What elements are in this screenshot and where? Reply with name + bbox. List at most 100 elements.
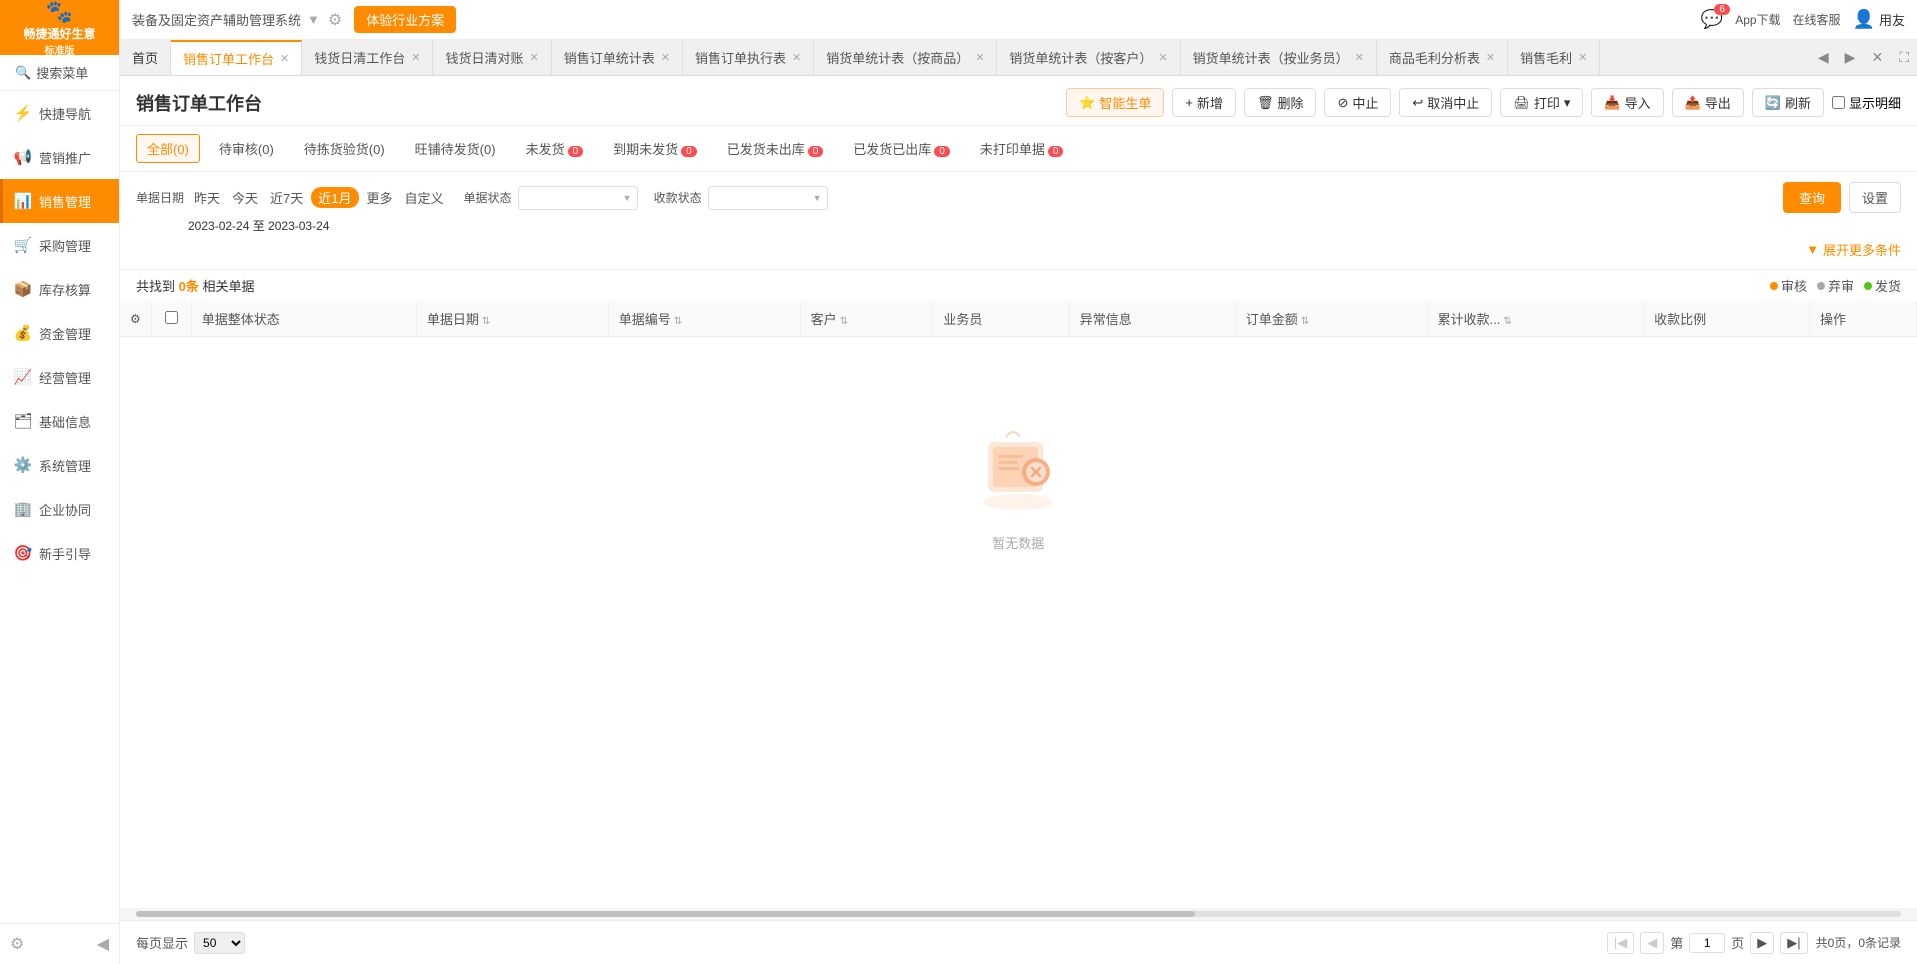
export-btn[interactable]: 📤 导出 [1672, 88, 1744, 117]
stop-btn[interactable]: ⊘ 中止 [1324, 88, 1391, 117]
date-more[interactable]: 更多 [363, 186, 397, 209]
date-custom[interactable]: 自定义 [401, 186, 448, 209]
expand-btn[interactable]: ▼ 展开更多条件 [1806, 240, 1901, 259]
tab-gross-profit[interactable]: 商品毛利分析表 ✕ [1377, 40, 1508, 76]
tab-close-icon[interactable]: ✕ [1158, 51, 1167, 64]
ship-action-btn[interactable]: 发货 [1864, 276, 1901, 295]
tab-close-icon[interactable]: ✕ [1355, 51, 1364, 64]
first-page-btn[interactable]: |◀ [1607, 932, 1634, 954]
tab-sales-customer[interactable]: 销货单统计表（按客户） ✕ [997, 40, 1180, 76]
tab-scroll-right-icon[interactable]: ▶ [1837, 49, 1864, 66]
smart-generate-btn[interactable]: ⭐ 智能生单 [1066, 88, 1164, 117]
sidebar-item-system[interactable]: ⚙️ 系统管理 [0, 443, 119, 487]
sidebar-item-operation[interactable]: 📈 经营管理 [0, 355, 119, 399]
col-number[interactable]: 单据编号⇅ [608, 301, 800, 337]
filter-tab-not-shipped[interactable]: 未发货0 [515, 134, 595, 163]
tab-close-icon[interactable]: ✕ [280, 52, 289, 65]
sidebar-item-quick-nav[interactable]: ⚡ 快捷导航 [0, 91, 119, 135]
page-of-label: 页 [1731, 933, 1744, 952]
add-btn[interactable]: + 新增 [1172, 88, 1236, 117]
scroll-track[interactable] [136, 911, 1901, 917]
filter-tab-wangpu[interactable]: 旺铺待发货(0) [404, 134, 507, 163]
tab-sales-exec[interactable]: 销售订单执行表 ✕ [683, 40, 814, 76]
tab-cash-reconcile[interactable]: 钱货日清对账 ✕ [433, 40, 551, 76]
tabbar: 首页 销售订单工作台 ✕ 钱货日清工作台 ✕ 钱货日清对账 ✕ 销售订单统计表 … [120, 40, 1917, 76]
col-collected[interactable]: 累计收款...⇅ [1427, 301, 1643, 337]
filter-tab-shipped-not-out[interactable]: 已发货未出库0 [716, 134, 835, 163]
last-page-btn[interactable]: ▶| [1780, 932, 1807, 954]
date-today[interactable]: 今天 [228, 186, 262, 209]
next-page-btn[interactable]: ▶ [1750, 932, 1774, 954]
search-btn[interactable]: 查询 [1783, 182, 1841, 213]
online-service-btn[interactable]: 在线客服 [1793, 11, 1841, 28]
collapse-icon[interactable]: ◀ [97, 934, 109, 954]
date-7days[interactable]: 近7天 [266, 186, 307, 209]
user-menu[interactable]: 👤 用友 [1853, 9, 1905, 30]
tab-close-icon[interactable]: ✕ [1578, 51, 1587, 64]
sidebar-item-inventory[interactable]: 📦 库存核算 [0, 267, 119, 311]
filter-tab-pending-review[interactable]: 待审核(0) [208, 134, 285, 163]
tab-close-icon[interactable]: ✕ [411, 51, 420, 64]
tab-close-icon[interactable]: ✕ [661, 51, 670, 64]
page-input[interactable] [1689, 933, 1725, 953]
tab-sales-workbench[interactable]: 销售订单工作台 ✕ [171, 40, 302, 76]
show-detail-checkbox[interactable] [1832, 96, 1845, 109]
filter-tab-overdue[interactable]: 到期未发货0 [602, 134, 708, 163]
status-select[interactable] [518, 186, 638, 210]
sidebar-item-sales[interactable]: 📊 销售管理 [0, 179, 119, 223]
sidebar-item-enterprise[interactable]: 🏢 企业协同 [0, 487, 119, 531]
sidebar-item-purchase[interactable]: 🛒 采购管理 [0, 223, 119, 267]
experience-btn[interactable]: 体验行业方案 [354, 6, 456, 33]
import-btn[interactable]: 📥 导入 [1591, 88, 1663, 117]
review-action-btn[interactable]: 审核 [1770, 276, 1807, 295]
sidebar-item-marketing[interactable]: 📢 营销推广 [0, 135, 119, 179]
show-detail-toggle[interactable]: 显示明细 [1832, 93, 1901, 112]
tab-close-icon[interactable]: ✕ [1486, 51, 1495, 64]
cancel-stop-btn[interactable]: ↩ 取消中止 [1399, 88, 1492, 117]
tab-scroll-left-icon[interactable]: ◀ [1810, 49, 1837, 66]
tab-sales-stats[interactable]: 销售订单统计表 ✕ [552, 40, 683, 76]
tab-sales-more[interactable]: 销售毛利 ✕ [1508, 40, 1600, 76]
refresh-btn[interactable]: 🔄 刷新 [1752, 88, 1824, 117]
payment-select[interactable] [708, 186, 828, 210]
tab-maximize-icon[interactable]: ⛶ [1891, 49, 1917, 66]
tab-sales-staff[interactable]: 销货单统计表（按业务员） ✕ [1181, 40, 1377, 76]
delete-btn[interactable]: 🗑 删除 [1244, 88, 1317, 117]
sidebar-search-label: 搜索菜单 [36, 63, 88, 82]
prev-page-btn[interactable]: ◀ [1640, 932, 1664, 954]
settings-topbar-icon[interactable]: ⚙ [328, 10, 342, 30]
cancel-action-btn[interactable]: 弃审 [1817, 276, 1854, 295]
filter-tab-all[interactable]: 全部(0) [136, 134, 200, 163]
sidebar-item-basic[interactable]: 🗂 基础信息 [0, 399, 119, 443]
horizontal-scrollbar[interactable] [120, 908, 1917, 920]
print-btn[interactable]: 🖨 打印 ▾ [1500, 88, 1583, 117]
scroll-thumb[interactable] [136, 911, 1195, 917]
date-yesterday[interactable]: 昨天 [190, 186, 224, 209]
system-dropdown-icon[interactable]: ▼ [307, 12, 320, 27]
sidebar-item-finance[interactable]: 💰 资金管理 [0, 311, 119, 355]
col-settings[interactable]: ⚙ [120, 301, 151, 337]
tab-cash-clear[interactable]: 钱货日清工作台 ✕ [302, 40, 433, 76]
tab-sales-product[interactable]: 销货单统计表（按商品） ✕ [814, 40, 997, 76]
col-customer[interactable]: 客户⇅ [800, 301, 933, 337]
filter-tab-shipped-out[interactable]: 已发货已出库0 [842, 134, 961, 163]
date-1month[interactable]: 近1月 [311, 187, 358, 208]
settings-icon[interactable]: ⚙ [10, 934, 24, 954]
sidebar-item-newuser[interactable]: 🎯 新手引导 [0, 531, 119, 575]
page-size-select[interactable]: 50 10 20 100 [194, 932, 245, 954]
col-date[interactable]: 单据日期⇅ [416, 301, 608, 337]
app-download-btn[interactable]: App下载 [1735, 11, 1780, 28]
tab-close-icon[interactable]: ✕ [975, 51, 984, 64]
tab-home[interactable]: 首页 [120, 40, 171, 76]
select-all-checkbox[interactable] [165, 311, 178, 324]
filter-tab-not-printed[interactable]: 未打印单据0 [969, 134, 1075, 163]
tab-close-icon[interactable]: ✕ [530, 51, 539, 64]
setting-btn[interactable]: 设置 [1849, 182, 1901, 213]
col-amount[interactable]: 订单金额⇅ [1235, 301, 1427, 337]
message-icon[interactable]: 💬 6 [1701, 9, 1723, 30]
tab-close-icon[interactable]: ✕ [792, 51, 801, 64]
col-checkbox[interactable] [151, 301, 191, 337]
sidebar-search[interactable]: 🔍 搜索菜单 [0, 55, 119, 91]
tab-close-all-icon[interactable]: ✕ [1863, 49, 1891, 66]
filter-tab-pending-inspect[interactable]: 待拣货验货(0) [293, 134, 396, 163]
